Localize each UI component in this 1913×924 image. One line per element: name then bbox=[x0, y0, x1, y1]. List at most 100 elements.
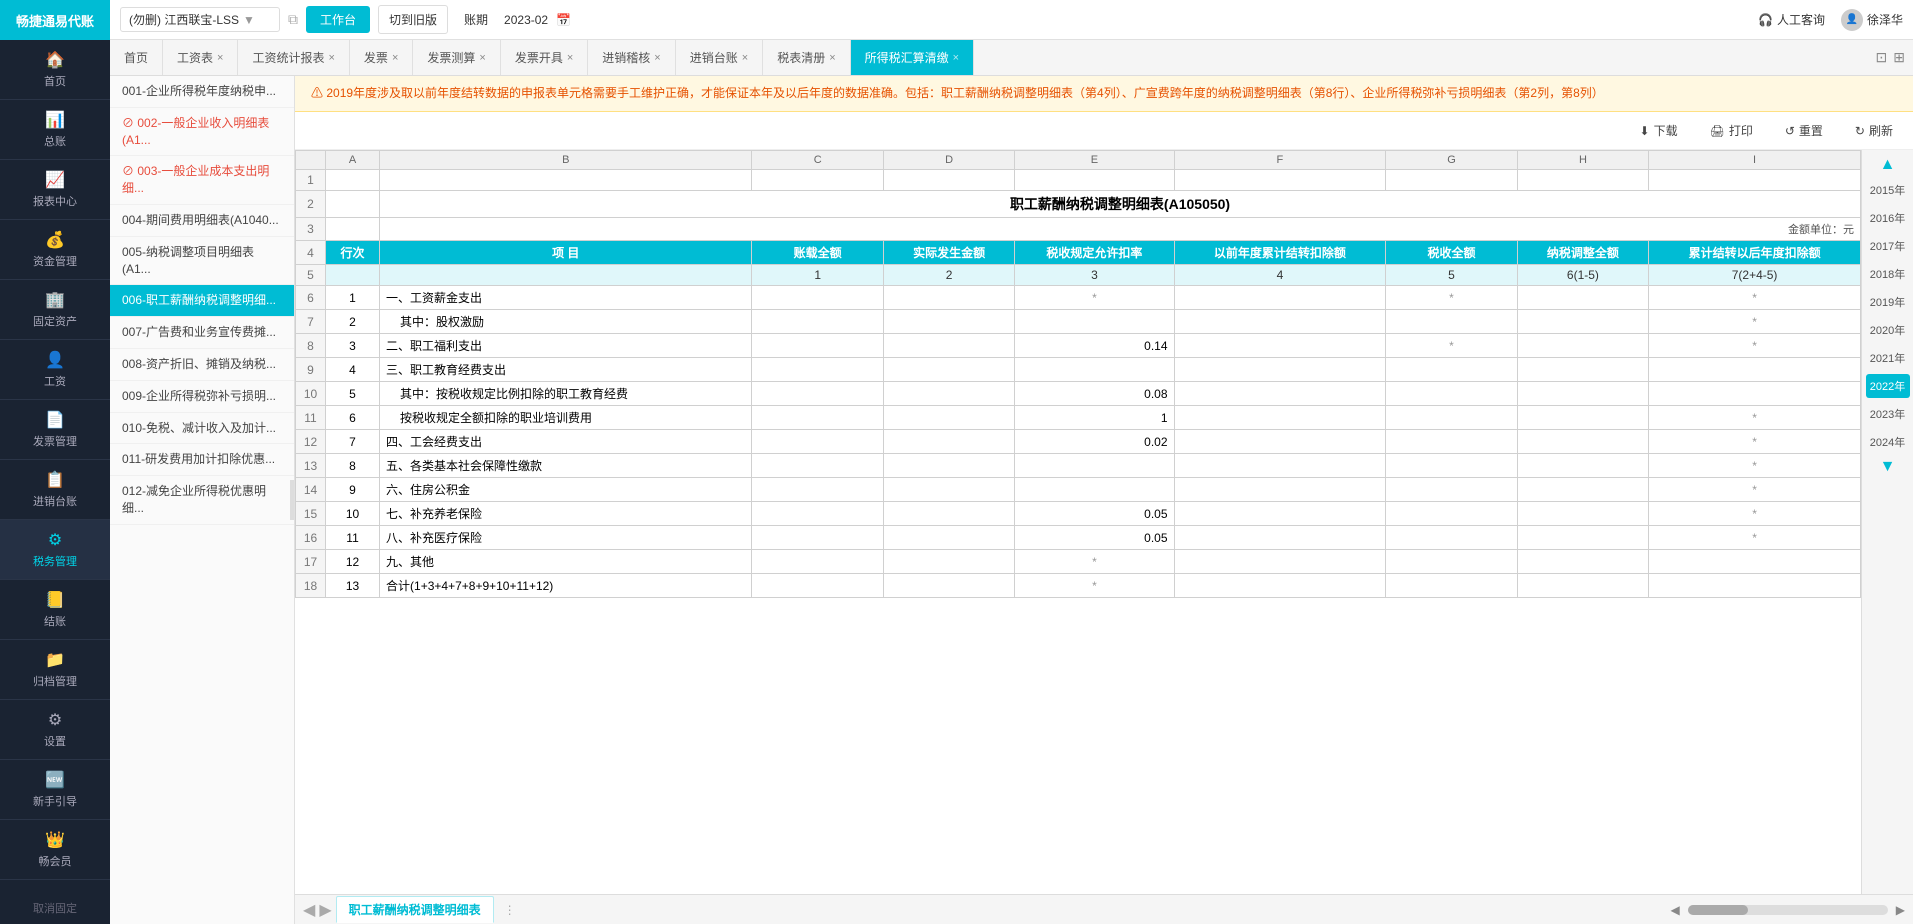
row-item[interactable]: 三、职工教育经费支出 bbox=[380, 358, 752, 382]
cell-e14[interactable] bbox=[1015, 478, 1174, 502]
cell-h9[interactable] bbox=[1517, 358, 1648, 382]
cell-c12[interactable] bbox=[752, 430, 883, 454]
sidebar-item-archive[interactable]: 📁 归档管理 bbox=[0, 640, 110, 700]
tab-tax-book-close[interactable]: × bbox=[829, 52, 835, 64]
cell-d8[interactable] bbox=[883, 334, 1014, 358]
tab-invoice-open-close[interactable]: × bbox=[567, 52, 573, 64]
year-2024[interactable]: 2024年 bbox=[1866, 430, 1910, 454]
cell-g7[interactable] bbox=[1386, 310, 1517, 334]
year-2015[interactable]: 2015年 bbox=[1866, 178, 1910, 202]
user-profile[interactable]: 👤 徐泽华 bbox=[1841, 9, 1903, 31]
tab-maximize-icon[interactable]: ⊞ bbox=[1893, 49, 1905, 66]
cell-c7[interactable] bbox=[752, 310, 883, 334]
sheet-tab-more[interactable]: ⋮ bbox=[498, 903, 522, 917]
cell-d6[interactable] bbox=[883, 286, 1014, 310]
tab-in-out-ledger[interactable]: 进销台账 × bbox=[676, 40, 763, 76]
cell-f7[interactable] bbox=[1174, 310, 1386, 334]
form-item-004[interactable]: 004-期间费用明细表(A1040... bbox=[110, 205, 294, 237]
sheet-nav-right[interactable]: ▶ bbox=[319, 900, 331, 920]
row-item[interactable]: 四、工会经费支出 bbox=[380, 430, 752, 454]
sidebar-item-settings[interactable]: ⚙ 设置 bbox=[0, 700, 110, 760]
year-scroll-up[interactable]: ▲ bbox=[1866, 154, 1910, 176]
sidebar-item-assets[interactable]: 🏢 固定资产 bbox=[0, 280, 110, 340]
tab-income-tax-close[interactable]: × bbox=[953, 52, 959, 64]
form-item-008[interactable]: 008-资产折旧、摊销及纳税... bbox=[110, 349, 294, 381]
cell-d10[interactable] bbox=[883, 382, 1014, 406]
tab-home[interactable]: 首页 bbox=[110, 40, 163, 76]
year-2017[interactable]: 2017年 bbox=[1866, 234, 1910, 258]
tab-in-out-ledger-close[interactable]: × bbox=[742, 52, 748, 64]
cell-g12[interactable] bbox=[1386, 430, 1517, 454]
cell-d9[interactable] bbox=[883, 358, 1014, 382]
row-item[interactable]: 其中：按税收规定比例扣除的职工教育经费 bbox=[380, 382, 752, 406]
cell-h17[interactable] bbox=[1517, 550, 1648, 574]
cell-h16[interactable] bbox=[1517, 526, 1648, 550]
tab-invoice[interactable]: 发票 × bbox=[350, 40, 413, 76]
form-item-006[interactable]: 006-职工薪酬纳税调整明细... bbox=[110, 285, 294, 317]
cell-f16[interactable] bbox=[1174, 526, 1386, 550]
cell-d14[interactable] bbox=[883, 478, 1014, 502]
tab-in-out-check[interactable]: 进销稽核 × bbox=[588, 40, 675, 76]
calendar-icon[interactable]: 📅 bbox=[556, 13, 571, 27]
cell-d11[interactable] bbox=[883, 406, 1014, 430]
cell-f18[interactable] bbox=[1174, 574, 1386, 598]
cell-g11[interactable] bbox=[1386, 406, 1517, 430]
reset-button[interactable]: ↺ 重置 bbox=[1777, 118, 1831, 143]
cell-g10[interactable] bbox=[1386, 382, 1517, 406]
tab-invoice-close[interactable]: × bbox=[392, 52, 398, 64]
cell-g13[interactable] bbox=[1386, 454, 1517, 478]
sidebar-item-vip[interactable]: 👑 畅会员 bbox=[0, 820, 110, 880]
cell-c16[interactable] bbox=[752, 526, 883, 550]
sidebar-item-invoice[interactable]: 📄 发票管理 bbox=[0, 400, 110, 460]
form-item-010[interactable]: 010-免税、减计收入及加计... bbox=[110, 413, 294, 445]
workbench-button[interactable]: 工作台 bbox=[306, 6, 370, 33]
form-item-011[interactable]: 011-研发费用加计扣除优惠... bbox=[110, 444, 294, 476]
tab-invoice-calc[interactable]: 发票测算 × bbox=[413, 40, 500, 76]
tab-salary-stats[interactable]: 工资统计报表 × bbox=[238, 40, 349, 76]
sidebar-item-close[interactable]: 📒 结账 bbox=[0, 580, 110, 640]
cell-e9[interactable] bbox=[1015, 358, 1174, 382]
download-button[interactable]: ⬇ 下载 bbox=[1632, 118, 1686, 143]
sidebar-item-report[interactable]: 📈 报表中心 bbox=[0, 160, 110, 220]
form-item-012[interactable]: 012-减免企业所得税优惠明细... bbox=[110, 476, 294, 525]
refresh-button[interactable]: ↻ 刷新 bbox=[1847, 118, 1901, 143]
year-2019[interactable]: 2019年 bbox=[1866, 290, 1910, 314]
row-item[interactable]: 六、住房公积金 bbox=[380, 478, 752, 502]
cell-d7[interactable] bbox=[883, 310, 1014, 334]
cell-c14[interactable] bbox=[752, 478, 883, 502]
cell-g15[interactable] bbox=[1386, 502, 1517, 526]
form-item-002[interactable]: 002-一般企业收入明细表(A1... bbox=[110, 108, 294, 157]
sheet-scroll-left[interactable]: ◀ bbox=[1671, 903, 1680, 917]
cell-i9[interactable] bbox=[1649, 358, 1861, 382]
tab-restore-icon[interactable]: ⊡ bbox=[1876, 49, 1888, 66]
tab-income-tax[interactable]: 所得税汇算清缴 × bbox=[851, 40, 974, 76]
cell-h13[interactable] bbox=[1517, 454, 1648, 478]
form-item-007[interactable]: 007-广告费和业务宣传费摊... bbox=[110, 317, 294, 349]
cell-h12[interactable] bbox=[1517, 430, 1648, 454]
form-item-001[interactable]: 001-企业所得税年度纳税申... bbox=[110, 76, 294, 108]
cell-e7[interactable] bbox=[1015, 310, 1174, 334]
tab-tax-book[interactable]: 税表清册 × bbox=[763, 40, 850, 76]
cell-c8[interactable] bbox=[752, 334, 883, 358]
cell-f9[interactable] bbox=[1174, 358, 1386, 382]
year-2022[interactable]: 2022年 bbox=[1866, 374, 1910, 398]
cell-g18[interactable] bbox=[1386, 574, 1517, 598]
year-2023[interactable]: 2023年 bbox=[1866, 402, 1910, 426]
copy-icon[interactable]: ⧉ bbox=[288, 11, 298, 28]
row-item[interactable]: 一、工资薪金支出 bbox=[380, 286, 752, 310]
sidebar-item-sales[interactable]: 📋 进销台账 bbox=[0, 460, 110, 520]
year-2016[interactable]: 2016年 bbox=[1866, 206, 1910, 230]
year-2021[interactable]: 2021年 bbox=[1866, 346, 1910, 370]
switch-version-button[interactable]: 切到旧版 bbox=[378, 5, 448, 34]
cell-d13[interactable] bbox=[883, 454, 1014, 478]
sheet-nav-left[interactable]: ◀ bbox=[303, 900, 315, 920]
cell-f8[interactable] bbox=[1174, 334, 1386, 358]
tab-salary-stats-close[interactable]: × bbox=[328, 52, 334, 64]
cell-h8[interactable] bbox=[1517, 334, 1648, 358]
sidebar-item-salary[interactable]: 👤 工资 bbox=[0, 340, 110, 400]
cell-g17[interactable] bbox=[1386, 550, 1517, 574]
cell-c15[interactable] bbox=[752, 502, 883, 526]
cell-h10[interactable] bbox=[1517, 382, 1648, 406]
cell-h6[interactable] bbox=[1517, 286, 1648, 310]
cell-h15[interactable] bbox=[1517, 502, 1648, 526]
